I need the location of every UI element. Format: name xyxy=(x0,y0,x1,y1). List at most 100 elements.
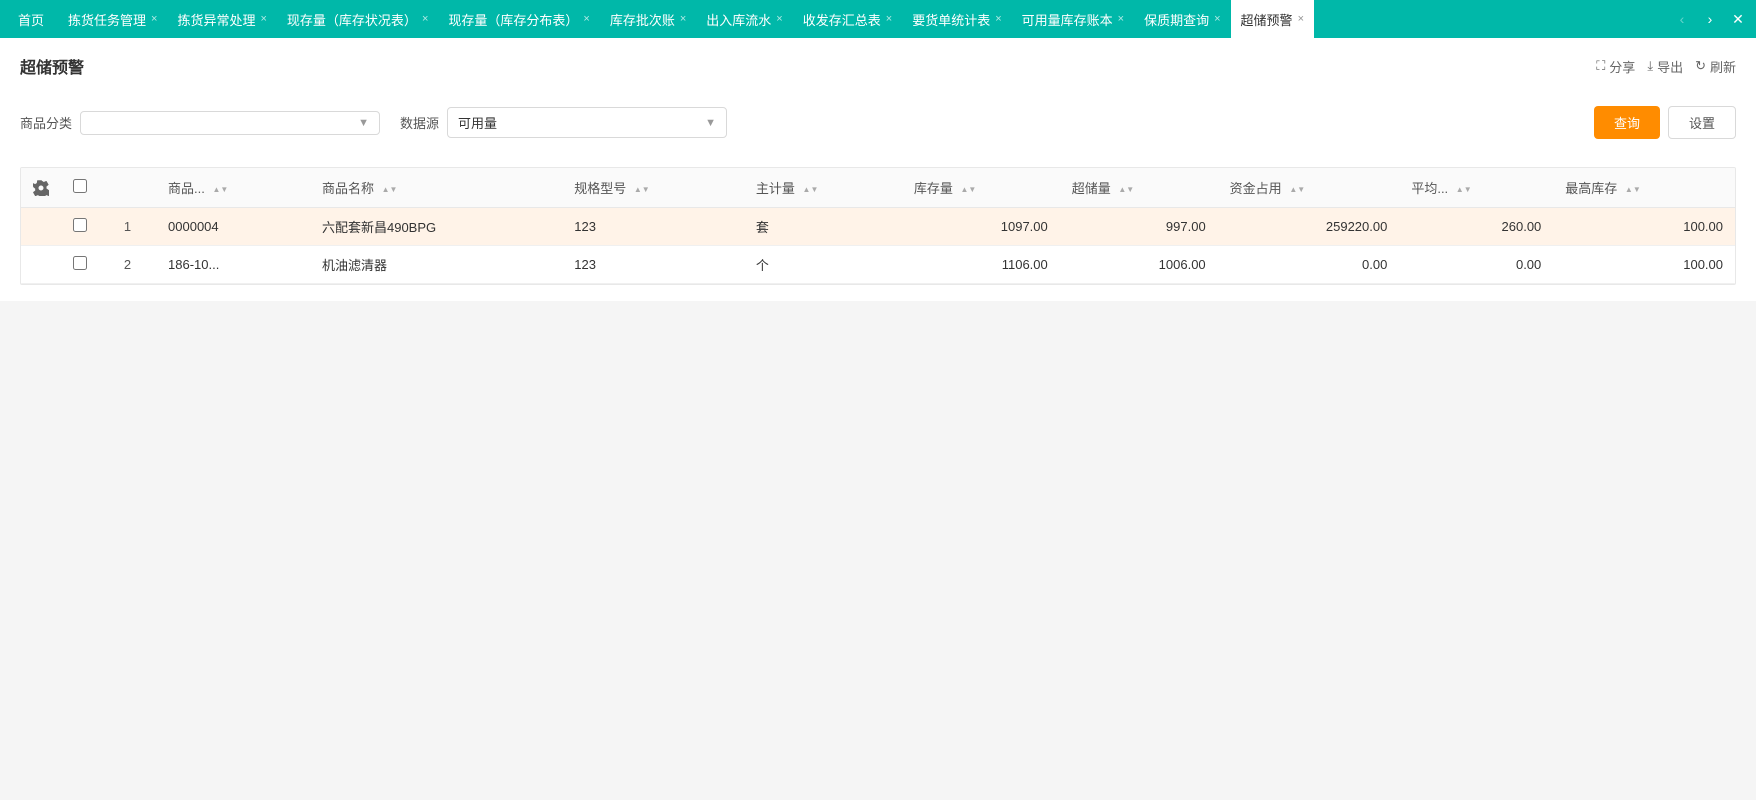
nav-tab-0[interactable]: 拣货任务管理 × xyxy=(58,0,167,38)
th-overstock[interactable]: 超储量 ▲▼ xyxy=(1060,168,1218,208)
td-code-0: 0000004 xyxy=(156,208,310,246)
table-row: 2 186-10... 机油滤清器 123 个 1106.00 1006.00 … xyxy=(21,246,1735,284)
nav-tab-4[interactable]: 库存批次账 × xyxy=(600,0,696,38)
nav-tab-8[interactable]: 可用量库存账本 × xyxy=(1012,0,1134,38)
td-index-0: 1 xyxy=(99,208,156,246)
th-gear[interactable] xyxy=(21,168,61,208)
td-capital-0: 259220.00 xyxy=(1218,208,1400,246)
nav-home[interactable]: 首页 xyxy=(4,10,58,29)
td-max-0: 100.00 xyxy=(1553,208,1735,246)
category-dropdown-icon: ▼ xyxy=(358,117,369,129)
row-checkbox-1[interactable] xyxy=(73,256,87,270)
td-unit-0: 套 xyxy=(744,208,902,246)
td-stock-0: 1097.00 xyxy=(902,208,1060,246)
th-spec[interactable]: 规格型号 ▲▼ xyxy=(562,168,744,208)
top-navigation: 首页 拣货任务管理 × 拣货异常处理 × 现存量（库存状况表） × 现存量（库存… xyxy=(0,0,1756,38)
close-tab-0[interactable]: × xyxy=(151,13,157,25)
close-tab-10[interactable]: × xyxy=(1298,13,1304,25)
close-tab-7[interactable]: × xyxy=(995,13,1001,25)
sort-icon-overstock: ▲▼ xyxy=(1118,186,1134,194)
th-checkbox[interactable] xyxy=(61,168,99,208)
page-title: 超储预警 xyxy=(20,54,84,78)
table-header-row: 商品... ▲▼ 商品名称 ▲▼ 规格型号 ▲▼ 主计量 ▲▼ xyxy=(21,168,1735,208)
td-max-1: 100.00 xyxy=(1553,246,1735,284)
sort-icon-avg: ▲▼ xyxy=(1456,186,1472,194)
sort-icon-spec: ▲▼ xyxy=(634,186,650,194)
export-button[interactable]: ⤓ 导出 xyxy=(1647,57,1683,76)
td-spec-0: 123 xyxy=(562,208,744,246)
share-button[interactable]: ⛶ 分享 xyxy=(1596,57,1635,76)
filter-datasource: 数据源 可用量 ▼ xyxy=(400,107,727,138)
datasource-label: 数据源 xyxy=(400,113,439,132)
close-tab-2[interactable]: × xyxy=(422,13,428,25)
close-tab-4[interactable]: × xyxy=(680,13,686,25)
query-button[interactable]: 查询 xyxy=(1594,106,1660,139)
close-tab-3[interactable]: × xyxy=(583,13,589,25)
select-all-checkbox[interactable] xyxy=(73,179,87,193)
td-gear-0 xyxy=(21,208,61,246)
td-avg-1: 0.00 xyxy=(1399,246,1553,284)
close-tab-5[interactable]: × xyxy=(776,13,782,25)
td-spec-1: 123 xyxy=(562,246,744,284)
td-checkbox-1[interactable] xyxy=(61,246,99,284)
filter-category: 商品分类 ▼ xyxy=(20,111,380,135)
action-buttons: 查询 设置 xyxy=(1594,106,1736,139)
sort-icon-unit: ▲▼ xyxy=(803,186,819,194)
td-checkbox-0[interactable] xyxy=(61,208,99,246)
th-max[interactable]: 最高库存 ▲▼ xyxy=(1553,168,1735,208)
th-unit[interactable]: 主计量 ▲▼ xyxy=(744,168,902,208)
th-index xyxy=(99,168,156,208)
nav-tab-3[interactable]: 现存量（库存分布表） × xyxy=(438,0,599,38)
refresh-button[interactable]: ↻ 刷新 xyxy=(1695,57,1736,76)
td-overstock-1: 1006.00 xyxy=(1060,246,1218,284)
th-code[interactable]: 商品... ▲▼ xyxy=(156,168,310,208)
td-stock-1: 1106.00 xyxy=(902,246,1060,284)
td-overstock-0: 997.00 xyxy=(1060,208,1218,246)
nav-tab-10[interactable]: 超储预警 × xyxy=(1231,0,1314,38)
td-name-1: 机油滤清器 xyxy=(310,246,562,284)
sort-icon-name: ▲▼ xyxy=(382,186,398,194)
td-avg-0: 260.00 xyxy=(1399,208,1553,246)
filter-area: 商品分类 ▼ 数据源 可用量 ▼ 查询 设置 xyxy=(20,94,1736,151)
nav-tab-5[interactable]: 出入库流水 × xyxy=(696,0,792,38)
close-tab-8[interactable]: × xyxy=(1118,13,1124,25)
datasource-select-value: 可用量 xyxy=(458,113,497,132)
category-label: 商品分类 xyxy=(20,113,72,132)
sort-icon-capital: ▲▼ xyxy=(1289,186,1305,194)
row-checkbox-0[interactable] xyxy=(73,218,87,232)
nav-tab-9[interactable]: 保质期查询 × xyxy=(1134,0,1230,38)
nav-prev-button[interactable]: ‹ xyxy=(1668,0,1696,38)
th-name[interactable]: 商品名称 ▲▼ xyxy=(310,168,562,208)
category-select[interactable]: ▼ xyxy=(80,111,380,135)
nav-arrows: ‹ › ✕ xyxy=(1668,0,1752,38)
export-icon: ⤓ xyxy=(1647,58,1653,74)
header-actions: ⛶ 分享 ⤓ 导出 ↻ 刷新 xyxy=(1596,57,1736,76)
sort-icon-max: ▲▼ xyxy=(1625,186,1641,194)
close-tab-9[interactable]: × xyxy=(1214,13,1220,25)
nav-tab-7[interactable]: 要货单统计表 × xyxy=(902,0,1011,38)
table-wrapper: 商品... ▲▼ 商品名称 ▲▼ 规格型号 ▲▼ 主计量 ▲▼ xyxy=(20,167,1736,285)
datasource-dropdown-icon: ▼ xyxy=(705,117,716,129)
close-tab-1[interactable]: × xyxy=(260,13,266,25)
nav-tab-6[interactable]: 收发存汇总表 × xyxy=(793,0,902,38)
data-table: 商品... ▲▼ 商品名称 ▲▼ 规格型号 ▲▼ 主计量 ▲▼ xyxy=(21,168,1735,284)
page-container: 超储预警 ⛶ 分享 ⤓ 导出 ↻ 刷新 商品分类 ▼ 数据源 xyxy=(0,38,1756,301)
td-gear-1 xyxy=(21,246,61,284)
td-capital-1: 0.00 xyxy=(1218,246,1400,284)
th-avg[interactable]: 平均... ▲▼ xyxy=(1399,168,1553,208)
settings-button[interactable]: 设置 xyxy=(1668,106,1736,139)
nav-tab-1[interactable]: 拣货异常处理 × xyxy=(167,0,276,38)
th-stock[interactable]: 库存量 ▲▼ xyxy=(902,168,1060,208)
td-unit-1: 个 xyxy=(744,246,902,284)
td-index-1: 2 xyxy=(99,246,156,284)
nav-next-button[interactable]: › xyxy=(1696,0,1724,38)
sort-icon-code: ▲▼ xyxy=(213,186,229,194)
nav-close-all-button[interactable]: ✕ xyxy=(1724,0,1752,38)
close-tab-6[interactable]: × xyxy=(886,13,892,25)
th-capital[interactable]: 资金占用 ▲▼ xyxy=(1218,168,1400,208)
td-code-1: 186-10... xyxy=(156,246,310,284)
page-header: 超储预警 ⛶ 分享 ⤓ 导出 ↻ 刷新 xyxy=(20,54,1736,78)
nav-tab-2[interactable]: 现存量（库存状况表） × xyxy=(277,0,438,38)
datasource-select[interactable]: 可用量 ▼ xyxy=(447,107,727,138)
refresh-icon: ↻ xyxy=(1695,58,1706,74)
